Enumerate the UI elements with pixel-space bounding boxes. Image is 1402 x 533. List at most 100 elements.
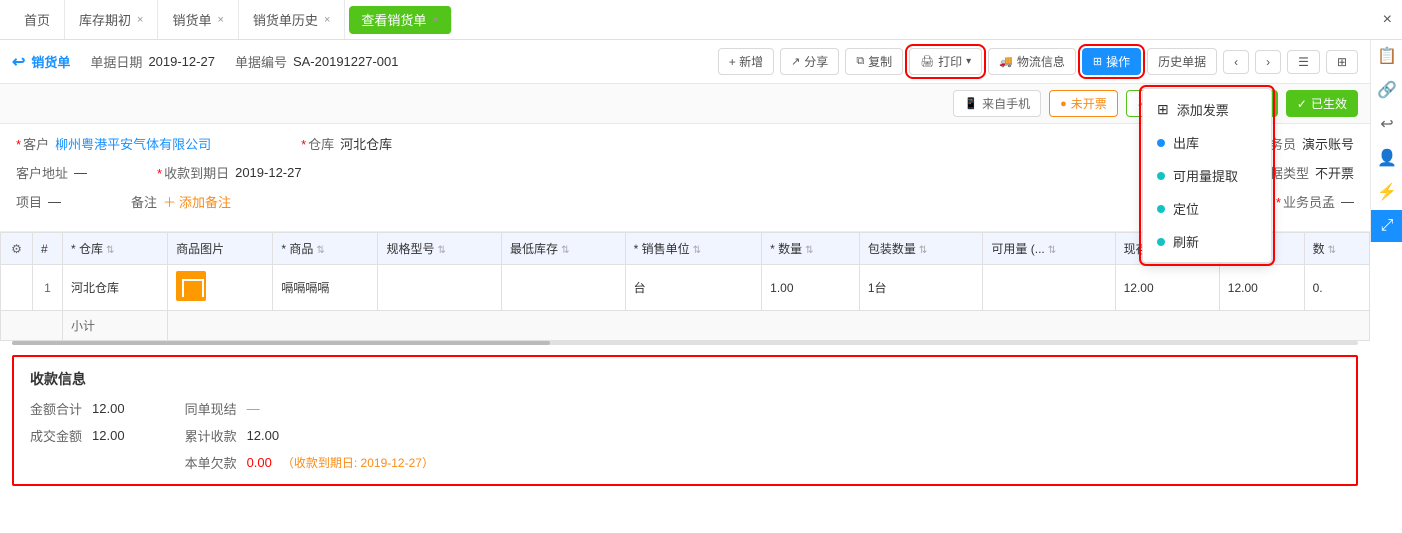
- row-spec: [378, 265, 502, 311]
- document-header: ↩ 销货单 单据日期 2019-12-27 单据编号 SA-20191227-0…: [0, 40, 1370, 84]
- add-notes-button[interactable]: ＋ 添加备注: [163, 192, 231, 211]
- payment-title: 收款信息: [30, 369, 1340, 389]
- dot-cyan-icon-2: [1157, 205, 1165, 213]
- doc-type-label: ↩ 销货单: [12, 52, 70, 72]
- side-btn-5[interactable]: ⚡: [1371, 176, 1402, 208]
- same-bill-row: 同单现结 —: [185, 399, 434, 418]
- share-button[interactable]: ↗ 分享: [780, 48, 839, 75]
- prev-button[interactable]: ‹: [1223, 50, 1249, 74]
- row-unit: 台: [625, 265, 762, 311]
- close-window-button[interactable]: ×: [1383, 11, 1392, 29]
- side-btn-6[interactable]: ⤢: [1371, 210, 1402, 242]
- operation-button[interactable]: ⊞ 操作: [1082, 48, 1141, 75]
- col-spec: 规格型号⇅: [378, 233, 502, 265]
- copy-button[interactable]: ⧉ 复制: [845, 48, 903, 75]
- payment-grid: 金额合计 12.00 成交金额 12.00 同单现结 — 累计收款: [30, 399, 1340, 472]
- customer-field: 客户 柳州粤港平安气体有限公司: [16, 134, 211, 153]
- not-open-ticket-button[interactable]: ● 未开票: [1049, 90, 1118, 117]
- row-pack: 1台: [859, 265, 983, 311]
- staff-value: 演示账号: [1302, 134, 1354, 153]
- row-gear: [1, 265, 33, 311]
- dropdown-available-qty[interactable]: 可用量提取: [1143, 159, 1271, 192]
- scroll-thumb: [12, 341, 550, 345]
- col-gear: ⚙: [1, 233, 33, 265]
- dot-cyan-icon-3: [1157, 238, 1165, 246]
- subtotal-row: 小计: [1, 311, 1370, 341]
- col-unit: * 销售单位⇅: [625, 233, 762, 265]
- cumulative-row: 累计收款 12.00: [185, 426, 434, 445]
- table-row: 1 河北仓库 嗝嗝嗝嗝 台 1.00 1台 12.00 12.00: [1, 265, 1370, 311]
- tab-sales-history[interactable]: 销货单历史 ×: [239, 0, 345, 39]
- notes-field: 备注 ＋ 添加备注: [131, 192, 231, 211]
- dot-blue-icon: [1157, 139, 1165, 147]
- tab-inventory[interactable]: 库存期初 ×: [65, 0, 158, 39]
- ticket-type-value: 不开票: [1315, 163, 1354, 182]
- close-tab-sales-history[interactable]: ×: [324, 14, 330, 26]
- row-product: 嗝嗝嗝嗝: [273, 265, 378, 311]
- address-value: —: [74, 165, 87, 180]
- logistics-button[interactable]: 🚚 物流信息: [988, 48, 1076, 75]
- sales-rep-field: 业务员孟 —: [1276, 192, 1354, 211]
- payment-col-left: 金额合计 12.00 成交金额 12.00: [30, 399, 125, 472]
- customer-value[interactable]: 柳州粤港平安气体有限公司: [55, 134, 211, 153]
- col-quantity: * 数量⇅: [762, 233, 860, 265]
- warehouse-value: 河北仓库: [340, 134, 392, 153]
- address-field: 客户地址 —: [16, 163, 87, 182]
- due-date-field: 收款到期日 2019-12-27: [157, 163, 302, 182]
- row-stock: 12.00: [1115, 265, 1219, 311]
- grid-icon: ⊞: [1157, 101, 1169, 118]
- row-image: [168, 265, 273, 311]
- doc-meta: 单据日期 2019-12-27 单据编号 SA-20191227-001: [90, 52, 697, 71]
- scroll-bar[interactable]: [12, 341, 1358, 345]
- view-btn-list[interactable]: ☰: [1287, 50, 1320, 74]
- dropdown-outbound[interactable]: 出库: [1143, 126, 1271, 159]
- close-tab-sales[interactable]: ×: [217, 14, 223, 26]
- side-btn-3[interactable]: ↩: [1371, 108, 1402, 140]
- payment-section: 收款信息 金额合计 12.00 成交金额 12.00 同单现结 —: [12, 355, 1358, 486]
- col-amount: 数⇅: [1304, 233, 1369, 265]
- total-amount-row: 金额合计 12.00: [30, 399, 125, 418]
- dropdown-refresh[interactable]: 刷新: [1143, 225, 1271, 258]
- row-available: [983, 265, 1115, 311]
- history-button[interactable]: 历史单据: [1147, 48, 1217, 75]
- close-tab-view-sales[interactable]: ×: [432, 14, 438, 26]
- dot-cyan-icon-1: [1157, 172, 1165, 180]
- sales-rep-value: —: [1341, 194, 1354, 209]
- col-num: #: [33, 233, 63, 265]
- arrears-row: 本单欠款 0.00 （收款到期日: 2019-12-27）: [185, 453, 434, 472]
- right-side-panel: 📋 🔗 ↩ 👤 ⚡ ⤢: [1370, 40, 1402, 242]
- effective-button[interactable]: ✓ 已生效: [1286, 90, 1358, 117]
- doc-date-item: 单据日期 2019-12-27: [90, 52, 215, 71]
- dropdown-add-invoice[interactable]: ⊞ 添加发票: [1143, 93, 1271, 126]
- due-date-value: 2019-12-27: [235, 165, 302, 180]
- next-button[interactable]: ›: [1255, 50, 1281, 74]
- col-image: 商品图片: [168, 233, 273, 265]
- row-price: 12.00: [1219, 265, 1304, 311]
- view-btn-grid[interactable]: ⊞: [1326, 50, 1358, 74]
- side-btn-4[interactable]: 👤: [1371, 142, 1402, 174]
- side-btn-1[interactable]: 📋: [1371, 40, 1402, 72]
- project-value: —: [48, 194, 61, 209]
- print-button[interactable]: 🖨 打印 ▾: [909, 48, 982, 75]
- col-min-stock: 最低库存⇅: [502, 233, 626, 265]
- close-tab-inventory[interactable]: ×: [137, 14, 143, 26]
- product-thumbnail: [176, 271, 206, 301]
- tab-view-sales[interactable]: 查看销货单 ×: [349, 6, 451, 34]
- col-warehouse: * 仓库⇅: [63, 233, 168, 265]
- col-pack: 包装数量⇅: [859, 233, 983, 265]
- tab-sales[interactable]: 销货单 ×: [158, 0, 238, 39]
- subtotal-cell: [1, 311, 63, 341]
- col-product: * 商品⇅: [273, 233, 378, 265]
- tab-home[interactable]: 首页: [10, 0, 65, 39]
- dropdown-locate[interactable]: 定位: [1143, 192, 1271, 225]
- subtotal-label: 小计: [63, 311, 168, 341]
- from-phone-button[interactable]: 📱 来自手机: [953, 90, 1041, 117]
- row-quantity: 1.00: [762, 265, 860, 311]
- tab-bar: 首页 库存期初 × 销货单 × 销货单历史 × 查看销货单 × ×: [0, 0, 1402, 40]
- row-num: 1: [33, 265, 63, 311]
- payment-col-right: 同单现结 — 累计收款 12.00 本单欠款 0.00 （收款到期日: 2019…: [185, 399, 434, 472]
- new-button[interactable]: + 新增: [718, 48, 774, 75]
- side-btn-2[interactable]: 🔗: [1371, 74, 1402, 106]
- row-min-stock: [502, 265, 626, 311]
- row-amount: 0.: [1304, 265, 1369, 311]
